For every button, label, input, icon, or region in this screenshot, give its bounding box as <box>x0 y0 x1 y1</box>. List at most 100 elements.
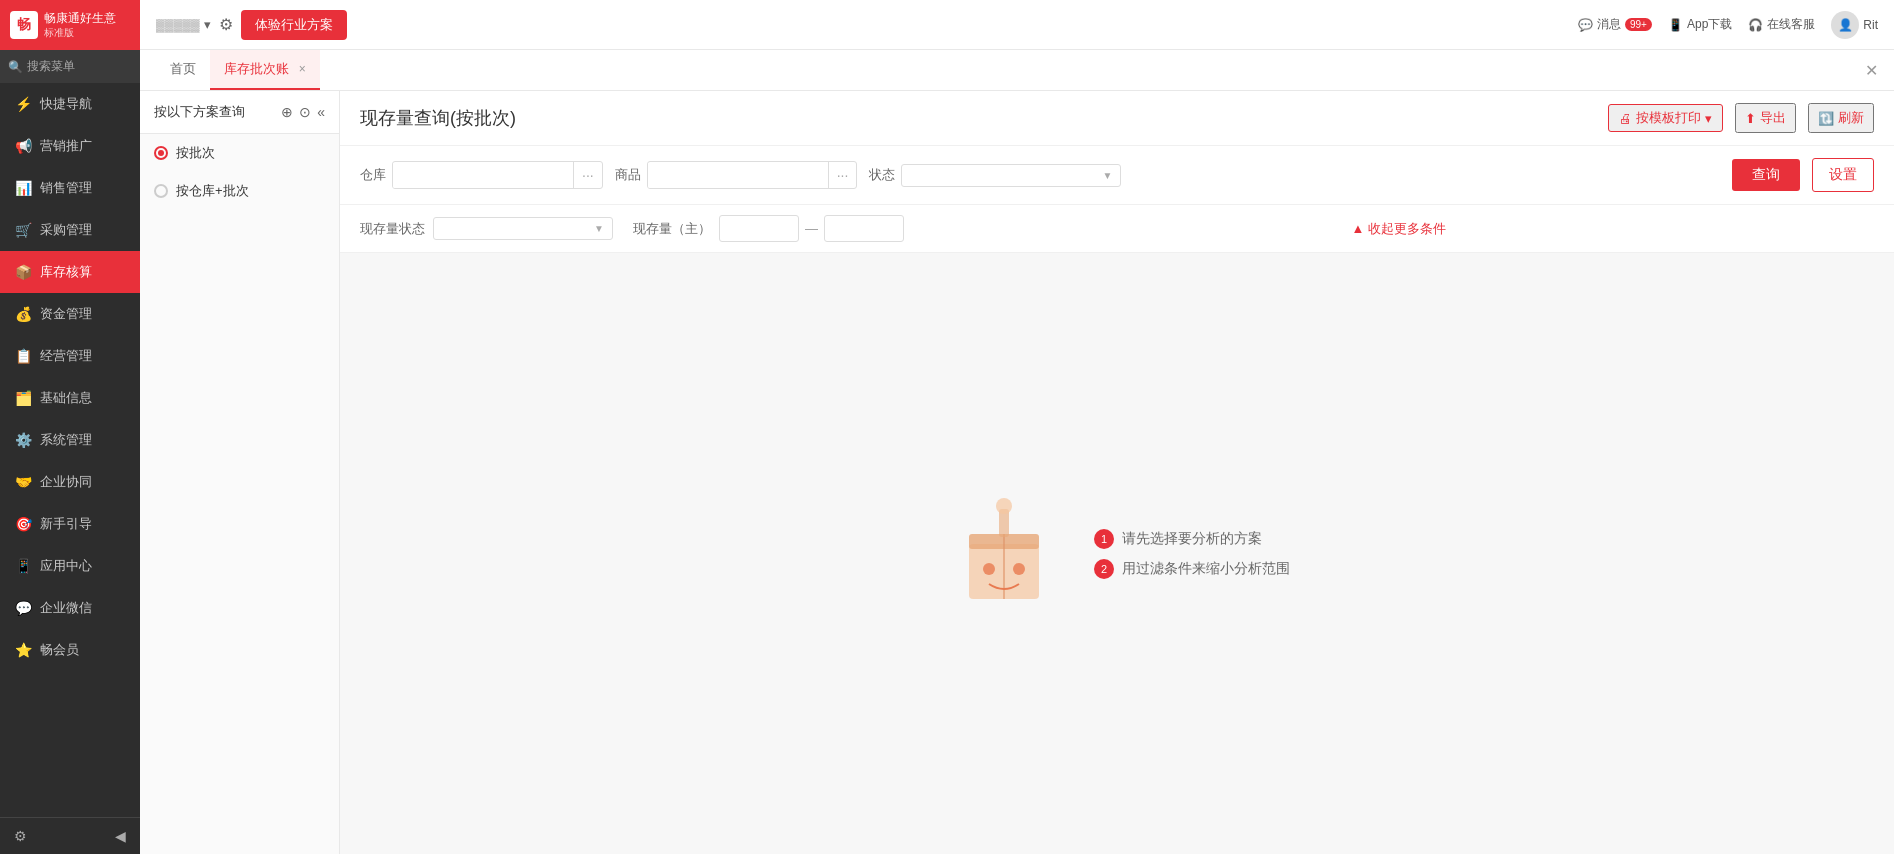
export-button[interactable]: ⬆ 导出 <box>1735 103 1796 133</box>
tip-text-1: 请先选择要分析的方案 <box>1122 530 1262 548</box>
qty-max-input[interactable] <box>824 215 904 242</box>
purchase-icon: 🛒 <box>14 221 32 239</box>
search-icon: 🔍 <box>8 60 23 74</box>
empty-tip-1: 1 请先选择要分析的方案 <box>1094 529 1290 549</box>
topbar-left: ▓▓▓▓▓ ▾ ⚙ 体验行业方案 <box>156 10 1566 40</box>
sidebar-item-member[interactable]: ⭐ 畅会员 <box>0 629 140 671</box>
collapse-sidebar-icon[interactable]: ◀ <box>115 828 126 844</box>
warehouse-label: 仓库 <box>360 166 386 184</box>
export-icon: ⬆ <box>1745 111 1756 126</box>
sidebar-search[interactable]: 🔍 搜索菜单 <box>0 50 140 83</box>
tab-home[interactable]: 首页 <box>156 50 210 90</box>
sidebar-label-marketing: 营销推广 <box>40 137 92 155</box>
print-button[interactable]: 🖨 按模板打印 ▾ <box>1608 104 1723 132</box>
newbie-icon: 🎯 <box>14 515 32 533</box>
warehouse-input[interactable] <box>393 163 573 188</box>
qty-dash: — <box>805 221 818 236</box>
sidebar: 畅 畅康通好生意 标准版 🔍 搜索菜单 ⚡ 快捷导航 📢 营销推广 📊 销售管理… <box>0 0 140 854</box>
qty-min-input[interactable] <box>719 215 799 242</box>
filter-panel-actions: ⊕ ⊙ « <box>281 104 325 120</box>
sidebar-label-weixin: 企业微信 <box>40 599 92 617</box>
sidebar-item-basic[interactable]: 🗂️ 基础信息 <box>0 377 140 419</box>
message-label: 消息 <box>1597 16 1621 33</box>
sidebar-item-sales[interactable]: 📊 销售管理 <box>0 167 140 209</box>
customer-service-button[interactable]: 🎧 在线客服 <box>1748 16 1815 33</box>
tab-close-button[interactable]: × <box>299 62 306 76</box>
tab-inventory-batch[interactable]: 库存批次账 × <box>210 50 320 90</box>
sidebar-item-enterprise[interactable]: 🤝 企业协同 <box>0 461 140 503</box>
tip-text-2: 用过滤条件来缩小分析范围 <box>1122 560 1290 578</box>
svg-point-3 <box>983 563 995 575</box>
page-title: 现存量查询(按批次) <box>360 106 516 130</box>
sidebar-item-inventory[interactable]: 📦 库存核算 <box>0 251 140 293</box>
filter-panel-header: 按以下方案查询 ⊕ ⊙ « <box>140 91 339 134</box>
collapse-filter-icon[interactable]: « <box>317 104 325 120</box>
settings-button[interactable]: 设置 <box>1812 158 1874 192</box>
user-profile[interactable]: 👤 Rit <box>1831 11 1878 39</box>
message-icon: 💬 <box>1578 18 1593 32</box>
sidebar-item-weixin[interactable]: 💬 企业微信 <box>0 587 140 629</box>
finance-icon: 💰 <box>14 305 32 323</box>
query-button[interactable]: 查询 <box>1732 159 1800 191</box>
print-icon: 🖨 <box>1619 111 1632 126</box>
warehouse-dots-button[interactable]: ··· <box>573 162 602 188</box>
page-content: 按以下方案查询 ⊕ ⊙ « 按批次 按仓库+批次 现存量查询(按批次) <box>140 91 1894 854</box>
inventory-icon: 📦 <box>14 263 32 281</box>
sidebar-label-newbie: 新手引导 <box>40 515 92 533</box>
settings-filter-icon[interactable]: ⊙ <box>299 104 311 120</box>
sidebar-item-marketing[interactable]: 📢 营销推广 <box>0 125 140 167</box>
warehouse-input-wrap: ··· <box>392 161 603 189</box>
customer-service-label: 在线客服 <box>1767 16 1815 33</box>
tip-num-1: 1 <box>1094 529 1114 549</box>
settings-icon[interactable]: ⚙ <box>14 828 27 844</box>
sidebar-footer: ⚙ ◀ <box>0 817 140 854</box>
sidebar-item-ops[interactable]: 📋 经营管理 <box>0 335 140 377</box>
sidebar-item-appstore[interactable]: 📱 应用中心 <box>0 545 140 587</box>
sidebar-label-inventory: 库存核算 <box>40 263 92 281</box>
app-download-button[interactable]: 📱 App下载 <box>1668 16 1732 33</box>
gear-topbar-icon[interactable]: ⚙ <box>219 15 233 34</box>
search-label: 搜索菜单 <box>27 58 75 75</box>
sidebar-item-finance[interactable]: 💰 资金管理 <box>0 293 140 335</box>
filter-panel-title: 按以下方案查询 <box>154 103 245 121</box>
collapse-label: 收起更多条件 <box>1368 220 1446 238</box>
filter-option-warehouse-batch[interactable]: 按仓库+批次 <box>140 172 339 210</box>
stock-qty-field: 现存量（主） — <box>633 215 904 242</box>
sidebar-item-system[interactable]: ⚙️ 系统管理 <box>0 419 140 461</box>
panel-close-button[interactable]: ✕ <box>1865 61 1878 80</box>
filter-label-batch: 按批次 <box>176 144 215 162</box>
filter-fields: 仓库 ··· 商品 ··· <box>360 158 1874 192</box>
sidebar-nav: ⚡ 快捷导航 📢 营销推广 📊 销售管理 🛒 采购管理 📦 库存核算 💰 资金管… <box>0 83 140 817</box>
app-subtitle: 标准版 <box>44 26 116 39</box>
stock-status-select[interactable]: ▼ <box>433 217 613 240</box>
collapse-more-button[interactable]: ▲ 收起更多条件 <box>1352 220 1447 238</box>
filter-option-batch[interactable]: 按批次 <box>140 134 339 172</box>
app-title-block: 畅康通好生意 标准版 <box>44 11 116 40</box>
app-download-label: App下载 <box>1687 16 1732 33</box>
tip-num-2: 2 <box>1094 559 1114 579</box>
message-badge: 99+ <box>1625 18 1652 31</box>
product-dots-button[interactable]: ··· <box>828 162 857 188</box>
sidebar-label-ops: 经营管理 <box>40 347 92 365</box>
username-label: Rit <box>1863 18 1878 32</box>
status-arrow-icon: ▼ <box>1102 170 1112 181</box>
radio-batch <box>154 146 168 160</box>
stock-status-arrow: ▼ <box>594 223 604 234</box>
sidebar-item-shortcut[interactable]: ⚡ 快捷导航 <box>0 83 140 125</box>
sidebar-item-purchase[interactable]: 🛒 采购管理 <box>0 209 140 251</box>
filter-row-2: 现存量状态 ▼ 现存量（主） — ▲ 收起更多条件 <box>340 205 1894 253</box>
add-filter-icon[interactable]: ⊕ <box>281 104 293 120</box>
basic-icon: 🗂️ <box>14 389 32 407</box>
breadcrumb-select[interactable]: ▓▓▓▓▓ ▾ <box>156 17 211 32</box>
product-input[interactable] <box>648 163 828 188</box>
enterprise-icon: 🤝 <box>14 473 32 491</box>
sales-icon: 📊 <box>14 179 32 197</box>
app-title: 畅康通好生意 <box>44 11 116 27</box>
weixin-icon: 💬 <box>14 599 32 617</box>
refresh-button[interactable]: 🔃 刷新 <box>1808 103 1874 133</box>
topbar-right: 💬 消息 99+ 📱 App下载 🎧 在线客服 👤 Rit <box>1578 11 1878 39</box>
sidebar-item-newbie[interactable]: 🎯 新手引导 <box>0 503 140 545</box>
message-button[interactable]: 💬 消息 99+ <box>1578 16 1652 33</box>
industry-solution-button[interactable]: 体验行业方案 <box>241 10 347 40</box>
status-select[interactable]: ▼ <box>901 164 1121 187</box>
